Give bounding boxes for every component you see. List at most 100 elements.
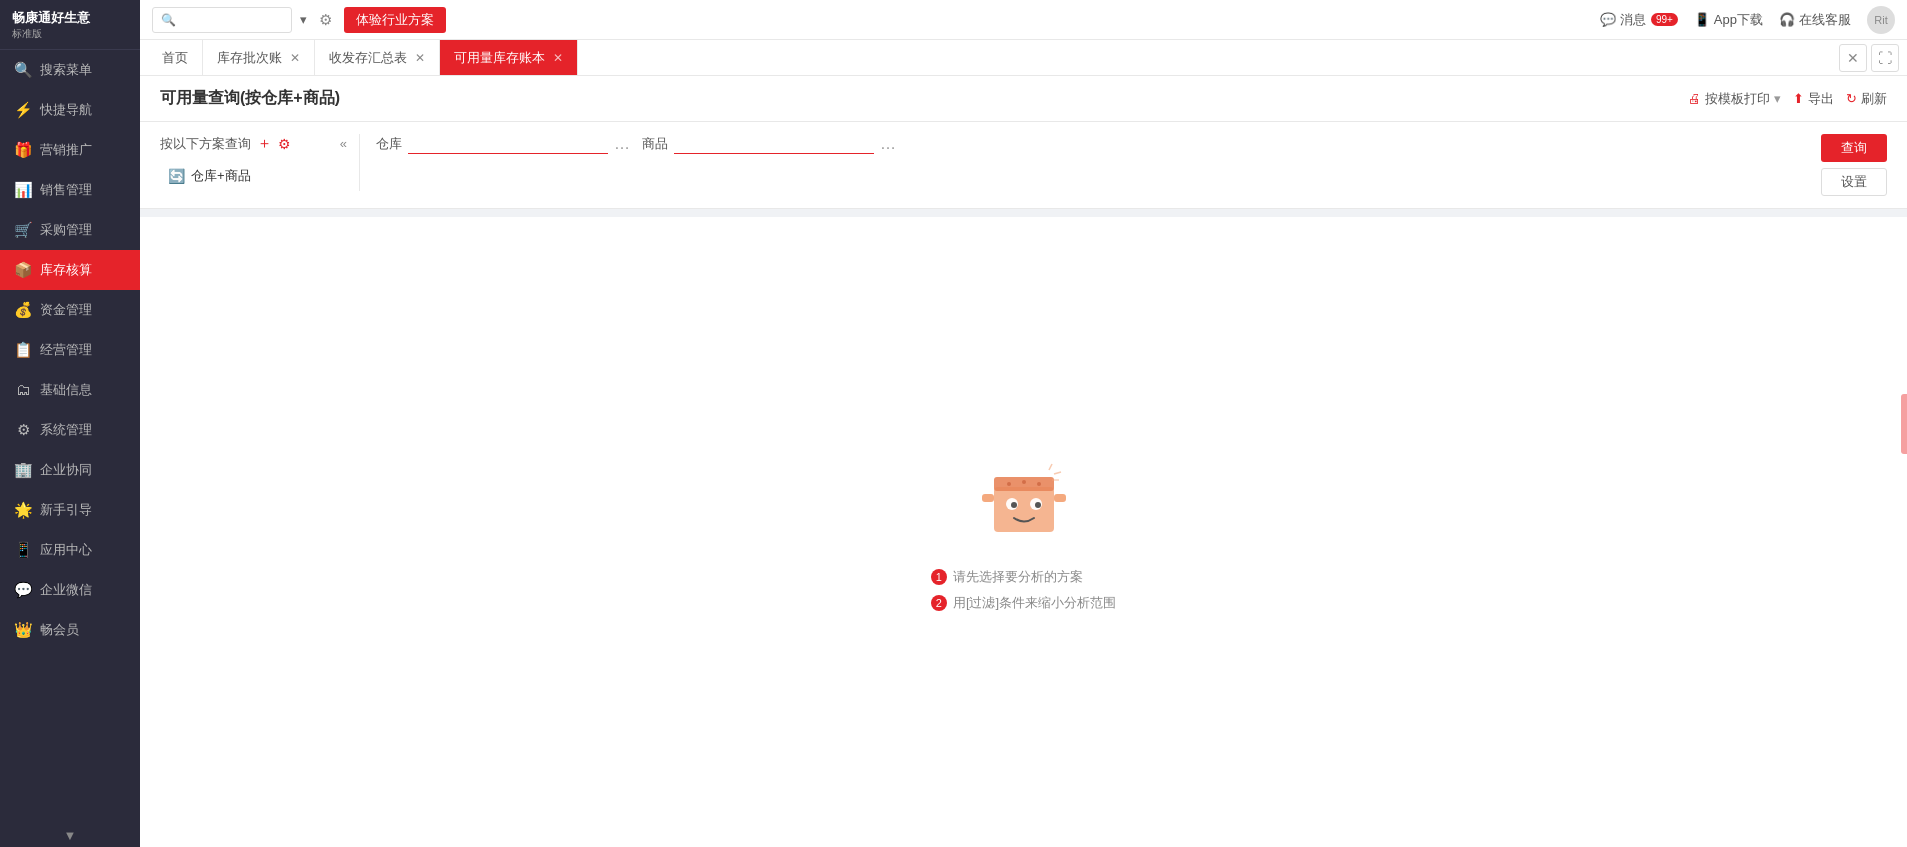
sidebar-item-search[interactable]: 🔍搜索菜单 (0, 50, 140, 90)
expand-button[interactable]: ⛶ (1871, 44, 1899, 72)
app-download-button[interactable]: 📱 App下载 (1694, 11, 1763, 29)
scheme-settings-button[interactable]: ⚙ (278, 136, 291, 152)
tab-stock-summary[interactable]: 收发存汇总表 ✕ (315, 40, 440, 76)
tab-close-stock-summary[interactable]: ✕ (415, 51, 425, 65)
online-service-button[interactable]: 🎧 在线客服 (1779, 11, 1851, 29)
add-scheme-button[interactable]: ＋ (257, 134, 272, 153)
print-label: 按模板打印 (1705, 90, 1770, 108)
wechat-icon: 💬 (14, 581, 32, 599)
enterprise-icon: 🏢 (14, 461, 32, 479)
tab-home[interactable]: 首页 (148, 40, 203, 76)
sidebar-label-newbie: 新手引导 (40, 501, 92, 519)
export-icon: ⬆ (1793, 91, 1804, 106)
svg-rect-0 (994, 487, 1054, 532)
query-area: 按以下方案查询 ＋ ⚙ « 🔄 仓库+商品 仓库 … (140, 122, 1907, 209)
sidebar-item-sales[interactable]: 📊销售管理 (0, 170, 140, 210)
sidebar-scroll-down[interactable]: ▼ (0, 824, 140, 847)
sidebar-item-finance[interactable]: 💰资金管理 (0, 290, 140, 330)
filter-row: 仓库 … 商品 … (360, 134, 1821, 154)
svg-line-12 (1054, 472, 1061, 474)
close-all-tabs-button[interactable]: ✕ (1839, 44, 1867, 72)
sidebar-item-base[interactable]: 🗂 基础信息 (0, 370, 140, 410)
sidebar-label-shortcut: 快捷导航 (40, 101, 92, 119)
sidebar-item-shortcut[interactable]: ⚡ 快捷导航 (0, 90, 140, 130)
tab-label-available-ledger: 可用量库存账本 (454, 49, 545, 67)
query-button[interactable]: 查询 (1821, 134, 1887, 162)
tabs-right-controls: ✕ ⛶ (1839, 44, 1907, 72)
svg-point-4 (1011, 502, 1017, 508)
messages-button[interactable]: 💬 消息 99+ (1600, 11, 1678, 29)
topbar-dropdown[interactable]: ▾ (300, 12, 307, 27)
scheme-item-label: 仓库+商品 (191, 167, 251, 185)
member-icon: 👑 (14, 621, 32, 639)
tab-batch-ledger[interactable]: 库存批次账 ✕ (203, 40, 315, 76)
system-icon: ⚙ (14, 421, 32, 439)
message-icon: 💬 (1600, 12, 1616, 27)
setting-button[interactable]: 设置 (1821, 168, 1887, 196)
sidebar-item-app-center[interactable]: 📱应用中心 (0, 530, 140, 570)
sidebar-item-system[interactable]: ⚙ 系统管理 (0, 410, 140, 450)
sidebar-label-finance: 资金管理 (40, 301, 92, 319)
sidebar-label-base: 基础信息 (40, 381, 92, 399)
empty-tip-2: 2 用[过滤]条件来缩小分析范围 (931, 594, 1116, 612)
sidebar-item-member[interactable]: 👑畅会员 (0, 610, 140, 650)
filter-dots-warehouse[interactable]: … (614, 136, 630, 152)
sidebar-label-sales: 销售管理 (40, 181, 92, 199)
export-button[interactable]: ⬆ 导出 (1793, 90, 1834, 108)
tabs-bar: 首页 库存批次账 ✕ 收发存汇总表 ✕ 可用量库存账本 ✕ ✕ ⛶ (140, 40, 1907, 76)
sidebar: 畅康通好生意 标准版 🔍搜索菜单⚡快捷导航🎁营销推广📊销售管理🛒采购管理📦库存核… (0, 0, 140, 847)
chevron-down-icon: ▼ (64, 828, 77, 843)
print-button[interactable]: 🖨 按模板打印 ▾ (1688, 90, 1781, 108)
tab-close-batch-ledger[interactable]: ✕ (290, 51, 300, 65)
filter-input-goods[interactable] (674, 134, 874, 154)
refresh-label: 刷新 (1861, 90, 1887, 108)
sidebar-item-newbie[interactable]: 🌟 新手引导 (0, 490, 140, 530)
filter-dots-goods[interactable]: … (880, 136, 896, 152)
topbar: 🔍 ▾ ⚙ 体验行业方案 💬 消息 99+ 📱 App下载 🎧 在线客服 Rit (140, 0, 1907, 40)
sidebar-item-purchase[interactable]: 🛒采购管理 (0, 210, 140, 250)
filter-group-goods: 商品 … (642, 134, 896, 154)
scheme-item-warehouse-goods[interactable]: 🔄 仓库+商品 (160, 161, 347, 191)
sidebar-label-system: 系统管理 (40, 421, 92, 439)
tab-close-available-ledger[interactable]: ✕ (553, 51, 563, 65)
app-center-icon: 📱 (14, 541, 32, 559)
scheme-panel: 按以下方案查询 ＋ ⚙ « 🔄 仓库+商品 (160, 134, 360, 191)
settings-icon[interactable]: ⚙ (319, 11, 332, 29)
filter-input-warehouse[interactable] (408, 134, 608, 154)
sidebar-item-wechat[interactable]: 💬 企业微信 (0, 570, 140, 610)
empty-tip-1: 1 请先选择要分析的方案 (931, 568, 1116, 586)
sidebar-item-operations[interactable]: 📋经营管理 (0, 330, 140, 370)
chevron-down-icon: ▾ (1774, 91, 1781, 106)
filter-group-warehouse: 仓库 … (376, 134, 630, 154)
sidebar-item-enterprise[interactable]: 🏢企业协同 (0, 450, 140, 490)
app-name: 畅康通好生意 (12, 10, 128, 27)
collapse-scheme-button[interactable]: « (340, 136, 347, 151)
avatar[interactable]: Rit (1867, 6, 1895, 34)
main-area: 🔍 ▾ ⚙ 体验行业方案 💬 消息 99+ 📱 App下载 🎧 在线客服 Rit (140, 0, 1907, 847)
newbie-icon: 🌟 (14, 501, 32, 519)
svg-point-10 (1037, 482, 1041, 486)
tip-num-2: 2 (931, 595, 947, 611)
base-icon: 🗂 (14, 381, 32, 399)
tab-label-stock-summary: 收发存汇总表 (329, 49, 407, 67)
tip-num-1: 1 (931, 569, 947, 585)
shortcut-icon: ⚡ (14, 101, 32, 119)
page-title: 可用量查询(按仓库+商品) (160, 88, 340, 109)
export-label: 导出 (1808, 90, 1834, 108)
trial-button[interactable]: 体验行业方案 (344, 7, 446, 33)
print-icon: 🖨 (1688, 91, 1701, 106)
chevron-down-icon: ▾ (300, 12, 307, 27)
sidebar-label-wechat: 企业微信 (40, 581, 92, 599)
sidebar-item-inventory[interactable]: 📦库存核算 (0, 250, 140, 290)
refresh-button[interactable]: ↻ 刷新 (1846, 90, 1887, 108)
tab-label-batch-ledger: 库存批次账 (217, 49, 282, 67)
sidebar-item-marketing-promo[interactable]: 🎁营销推广 (0, 130, 140, 170)
inventory-icon: 📦 (14, 261, 32, 279)
phone-icon: 📱 (1694, 12, 1710, 27)
topbar-search-box[interactable]: 🔍 (152, 7, 292, 33)
svg-point-5 (1035, 502, 1041, 508)
scheme-header: 按以下方案查询 ＋ ⚙ « (160, 134, 347, 153)
tab-label-home: 首页 (162, 49, 188, 67)
action-buttons: 查询 设置 (1821, 134, 1887, 196)
tab-available-ledger[interactable]: 可用量库存账本 ✕ (440, 40, 578, 76)
